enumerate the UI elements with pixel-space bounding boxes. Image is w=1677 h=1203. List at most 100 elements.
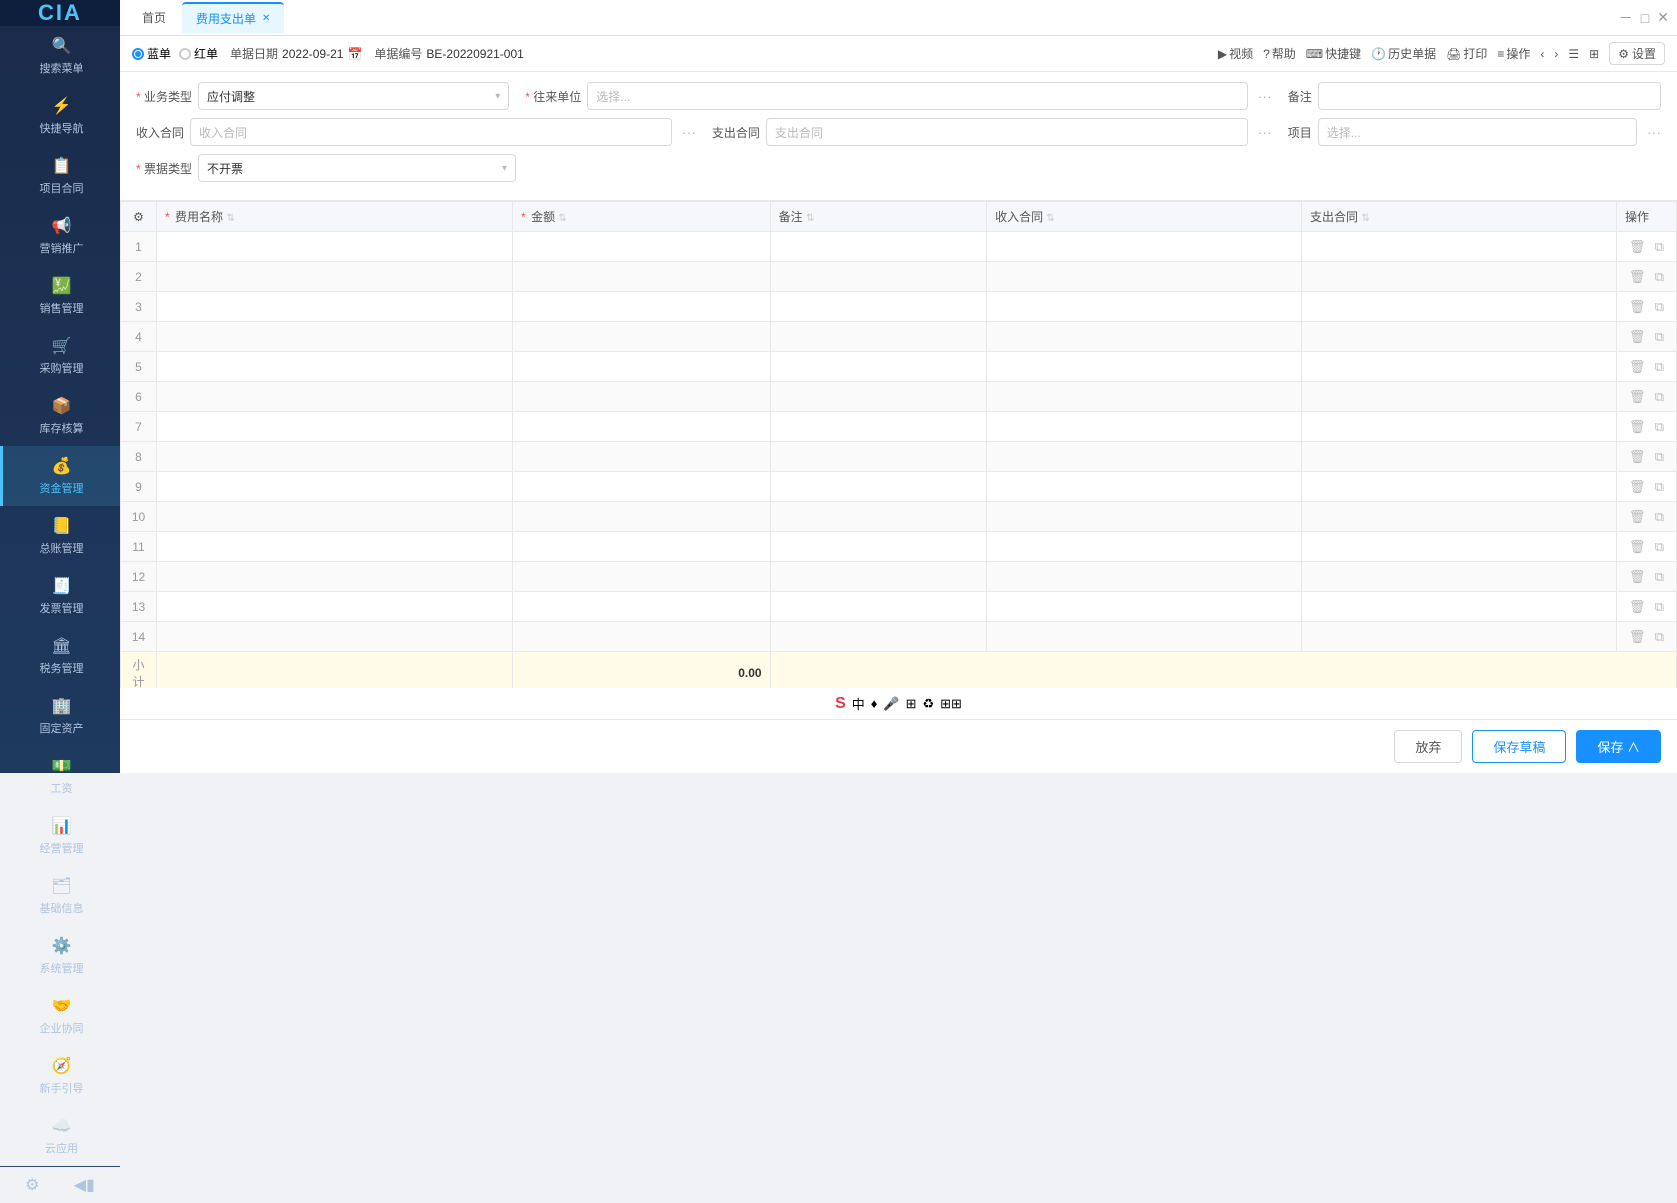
sidebar-item-purchase[interactable]: 🛒 采购管理 (0, 326, 120, 386)
copy-row-5-icon[interactable]: ⧉ (1655, 359, 1664, 374)
cell-income-contract-1[interactable] (987, 232, 1302, 262)
copy-row-6-icon[interactable]: ⧉ (1655, 389, 1664, 404)
cell-income-contract-4[interactable] (987, 322, 1302, 352)
delete-row-13-icon[interactable]: 🗑 (1629, 599, 1646, 614)
sidebar-item-salary[interactable]: 💵 工资 (0, 746, 120, 806)
tab-home[interactable]: 首页 (128, 3, 180, 32)
cell-expense-name-4[interactable] (157, 322, 513, 352)
expense-contract-input[interactable]: 支出合同 (766, 118, 1248, 146)
tab-expense-close[interactable]: ✕ (262, 13, 270, 24)
settings-bottom-icon[interactable]: ⚙ (25, 1175, 39, 1195)
cell-expense-name-13[interactable] (157, 592, 513, 622)
biz-type-select[interactable]: 应付调整 ▾ (198, 82, 509, 110)
cell-amount-9[interactable] (513, 472, 771, 502)
delete-row-14-icon[interactable]: 🗑 (1629, 629, 1646, 644)
cell-expense-contract-4[interactable] (1302, 322, 1617, 352)
cell-expense-name-2[interactable] (157, 262, 513, 292)
invoice-type-select[interactable]: 不开票 ▾ (198, 154, 516, 182)
cell-remark-7[interactable] (770, 412, 986, 442)
sidebar-item-sales[interactable]: 💹 销售管理 (0, 266, 120, 326)
window-restore-btn[interactable]: □ (1641, 10, 1649, 26)
window-minimize-btn[interactable]: － (1619, 8, 1633, 28)
copy-row-1-icon[interactable]: ⧉ (1655, 239, 1664, 254)
delete-row-7-icon[interactable]: 🗑 (1629, 419, 1646, 434)
radio-red[interactable]: 红单 (179, 45, 218, 62)
nav-next-btn[interactable]: › (1554, 47, 1558, 61)
sidebar-item-inventory[interactable]: 📦 库存核算 (0, 386, 120, 446)
cell-remark-1[interactable] (770, 232, 986, 262)
partner-more[interactable]: ··· (1258, 88, 1272, 104)
copy-row-3-icon[interactable]: ⧉ (1655, 299, 1664, 314)
cell-income-contract-13[interactable] (987, 592, 1302, 622)
remark-input[interactable] (1318, 82, 1661, 110)
cell-amount-3[interactable] (513, 292, 771, 322)
cell-remark-9[interactable] (770, 472, 986, 502)
project-select[interactable]: 选择... (1318, 118, 1637, 146)
copy-row-7-icon[interactable]: ⧉ (1655, 419, 1664, 434)
cell-expense-name-6[interactable] (157, 382, 513, 412)
delete-row-1-icon[interactable]: 🗑 (1629, 239, 1646, 254)
copy-row-10-icon[interactable]: ⧉ (1655, 509, 1664, 524)
th-config[interactable]: ⚙ (121, 202, 157, 232)
cell-amount-11[interactable] (513, 532, 771, 562)
cell-income-contract-5[interactable] (987, 352, 1302, 382)
cell-remark-2[interactable] (770, 262, 986, 292)
help-action[interactable]: ? 帮助 (1263, 45, 1296, 62)
delete-row-4-icon[interactable]: 🗑 (1629, 329, 1646, 344)
cell-amount-5[interactable] (513, 352, 771, 382)
cell-income-contract-11[interactable] (987, 532, 1302, 562)
copy-row-2-icon[interactable]: ⧉ (1655, 269, 1664, 284)
cell-remark-5[interactable] (770, 352, 986, 382)
shortcut-action[interactable]: ⌨ 快捷键 (1306, 45, 1361, 62)
cell-remark-11[interactable] (770, 532, 986, 562)
partner-select[interactable]: 选择... (587, 82, 1247, 110)
cell-expense-contract-3[interactable] (1302, 292, 1617, 322)
cell-expense-name-7[interactable] (157, 412, 513, 442)
sidebar-item-invoice[interactable]: 🧾 发票管理 (0, 566, 120, 626)
cell-expense-contract-8[interactable] (1302, 442, 1617, 472)
cell-expense-name-1[interactable] (157, 232, 513, 262)
cell-expense-name-8[interactable] (157, 442, 513, 472)
delete-row-3-icon[interactable]: 🗑 (1629, 299, 1646, 314)
cell-income-contract-6[interactable] (987, 382, 1302, 412)
cell-expense-contract-5[interactable] (1302, 352, 1617, 382)
print-action[interactable]: 🖨 打印 (1446, 45, 1487, 62)
sort-remark[interactable]: ⇅ (806, 213, 814, 224)
cell-expense-contract-12[interactable] (1302, 562, 1617, 592)
sidebar-item-sys[interactable]: ⚙️ 系统管理 (0, 926, 120, 986)
cell-expense-contract-7[interactable] (1302, 412, 1617, 442)
sort-expense-name[interactable]: ⇅ (226, 213, 234, 224)
cell-income-contract-14[interactable] (987, 622, 1302, 652)
sidebar-item-assets[interactable]: 🏢 固定资产 (0, 686, 120, 746)
history-action[interactable]: 🕐 历史单据 (1371, 45, 1436, 62)
cell-expense-contract-11[interactable] (1302, 532, 1617, 562)
cell-remark-13[interactable] (770, 592, 986, 622)
cell-amount-1[interactable] (513, 232, 771, 262)
cell-income-contract-12[interactable] (987, 562, 1302, 592)
volume-icon[interactable]: ◀▮ (74, 1175, 95, 1195)
cell-remark-10[interactable] (770, 502, 986, 532)
view-list-btn[interactable]: ☰ (1568, 47, 1579, 61)
calendar-icon[interactable]: 📅 (347, 47, 362, 61)
delete-row-8-icon[interactable]: 🗑 (1629, 449, 1646, 464)
project-more[interactable]: ··· (1647, 124, 1661, 140)
cell-expense-name-12[interactable] (157, 562, 513, 592)
cell-amount-13[interactable] (513, 592, 771, 622)
cell-expense-contract-6[interactable] (1302, 382, 1617, 412)
cell-expense-name-5[interactable] (157, 352, 513, 382)
save-button[interactable]: 保存 ∧ (1576, 730, 1661, 763)
delete-row-5-icon[interactable]: 🗑 (1629, 359, 1646, 374)
cell-expense-contract-14[interactable] (1302, 622, 1617, 652)
cell-expense-contract-1[interactable] (1302, 232, 1617, 262)
cell-amount-8[interactable] (513, 442, 771, 472)
sidebar-item-tax[interactable]: 🏛 税务管理 (0, 626, 120, 686)
cell-remark-8[interactable] (770, 442, 986, 472)
sort-expense[interactable]: ⇅ (1361, 213, 1369, 224)
cell-expense-name-10[interactable] (157, 502, 513, 532)
cell-income-contract-7[interactable] (987, 412, 1302, 442)
sidebar-item-basic[interactable]: 🗂 基础信息 (0, 866, 120, 926)
cell-remark-6[interactable] (770, 382, 986, 412)
cell-income-contract-3[interactable] (987, 292, 1302, 322)
settings-button[interactable]: ⚙ 设置 (1609, 42, 1665, 65)
cell-income-contract-2[interactable] (987, 262, 1302, 292)
